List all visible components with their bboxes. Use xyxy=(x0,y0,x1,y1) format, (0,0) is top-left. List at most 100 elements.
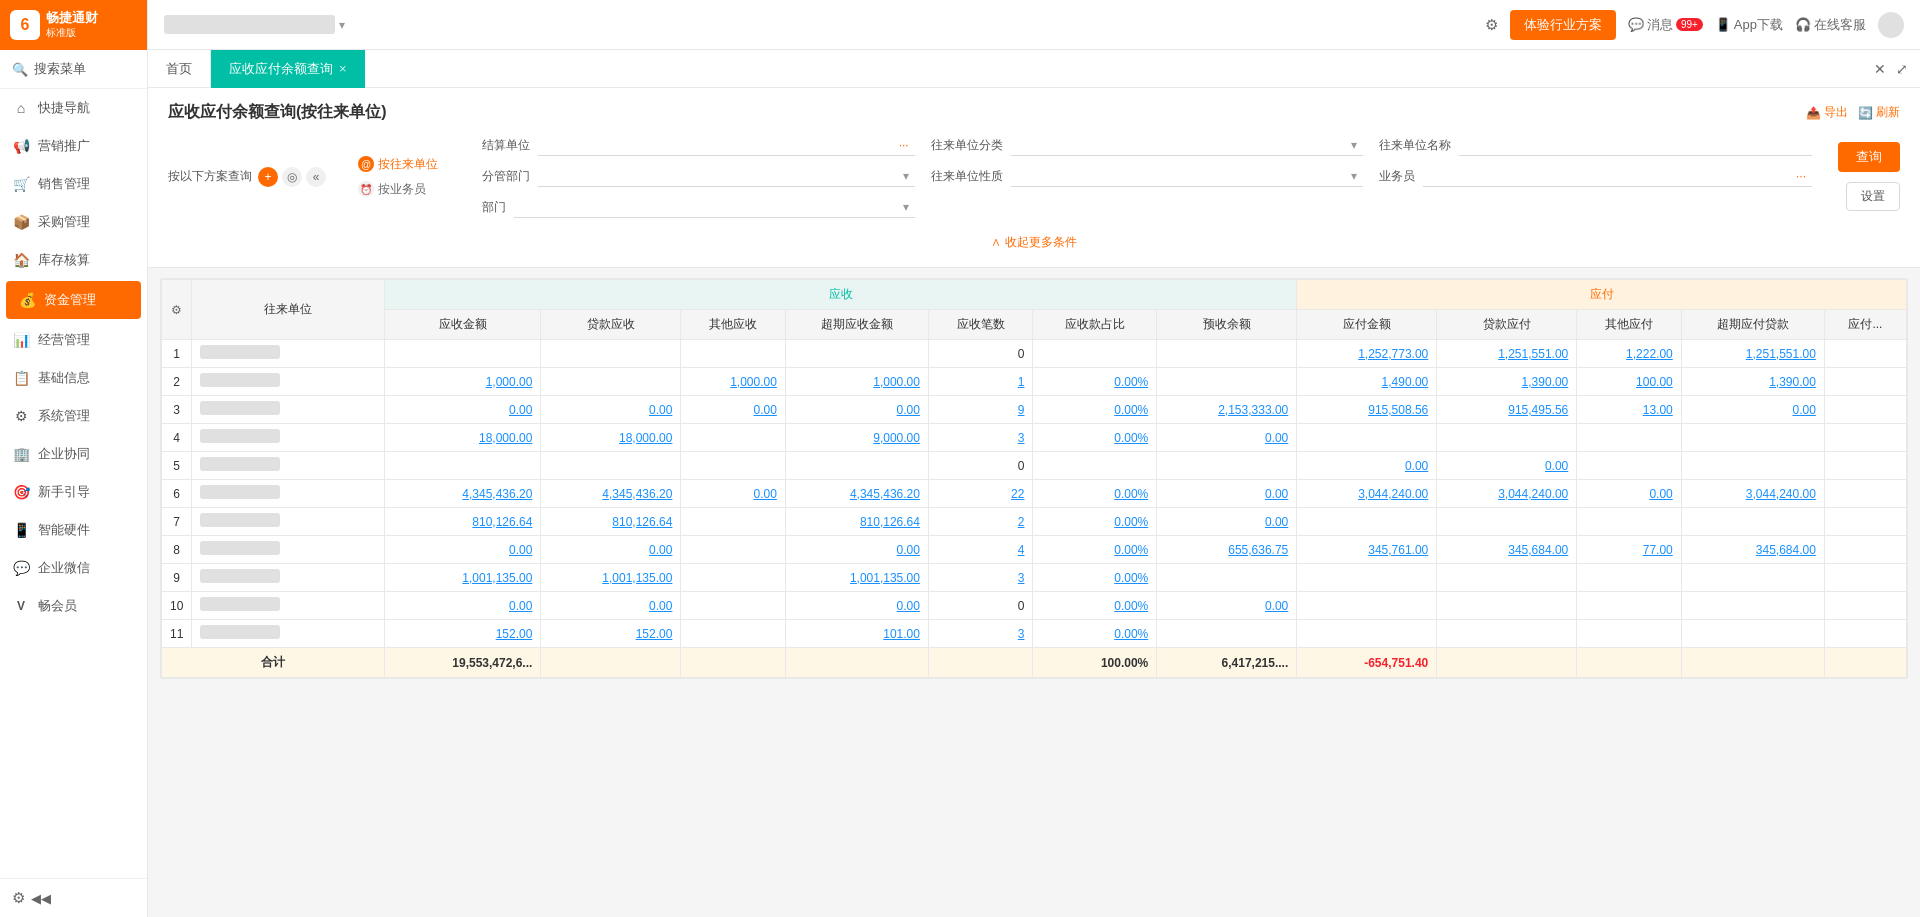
row-ar-amount[interactable]: 152.00 xyxy=(385,620,541,648)
row-ar-ratio[interactable]: 0.00% xyxy=(1033,368,1157,396)
sidebar-item-operation[interactable]: 📊 经营管理 xyxy=(0,321,147,359)
partner-category-input[interactable]: ▾ xyxy=(1011,135,1364,156)
row-ap-amount[interactable]: 0.00 xyxy=(1297,452,1437,480)
row-ar-ratio[interactable]: 0.00% xyxy=(1033,592,1157,620)
sidebar-item-inventory[interactable]: 🏠 库存核算 xyxy=(0,241,147,279)
row-ap-other[interactable]: 13.00 xyxy=(1577,396,1682,424)
row-ar-overdue[interactable]: 810,126.64 xyxy=(785,508,928,536)
row-ap-amount[interactable]: 3,044,240.00 xyxy=(1297,480,1437,508)
row-ap-other[interactable]: 100.00 xyxy=(1577,368,1682,396)
row-ap-overdue[interactable]: 3,044,240.00 xyxy=(1681,480,1824,508)
row-ap-other[interactable]: 0.00 xyxy=(1577,480,1682,508)
row-ar-amount[interactable]: 810,126.64 xyxy=(385,508,541,536)
row-ap-amount[interactable]: 915,508.56 xyxy=(1297,396,1437,424)
table-settings-icon[interactable]: ⚙ xyxy=(171,303,182,317)
sidebar-item-enterprise[interactable]: 🏢 企业协同 xyxy=(0,435,147,473)
user-profile[interactable]: R xyxy=(1878,12,1904,38)
row-ar-ratio[interactable]: 0.00% xyxy=(1033,508,1157,536)
row-ar-count[interactable]: 1 xyxy=(928,368,1033,396)
scheme-settings-button[interactable]: ◎ xyxy=(282,167,302,187)
row-ap-loan[interactable]: 1,251,551.00 xyxy=(1437,340,1577,368)
row-ar-loan[interactable]: 0.00 xyxy=(541,536,681,564)
row-ar-count[interactable]: 3 xyxy=(928,564,1033,592)
row-ar-overdue[interactable]: 0.00 xyxy=(785,396,928,424)
row-ar-count[interactable]: 3 xyxy=(928,620,1033,648)
row-ar-prepay[interactable]: 0.00 xyxy=(1157,592,1297,620)
row-ar-amount[interactable]: 4,345,436.20 xyxy=(385,480,541,508)
settlement-unit-input[interactable]: ··· xyxy=(538,135,915,156)
refresh-button[interactable]: 🔄 刷新 xyxy=(1858,104,1900,121)
row-ap-loan[interactable]: 915,495.56 xyxy=(1437,396,1577,424)
row-ar-overdue[interactable]: 1,000.00 xyxy=(785,368,928,396)
sidebar-item-wechat[interactable]: 💬 企业微信 xyxy=(0,549,147,587)
row-ar-amount[interactable]: 0.00 xyxy=(385,592,541,620)
search-menu[interactable]: 🔍 搜索菜单 xyxy=(0,50,147,89)
row-ar-loan[interactable]: 18,000.00 xyxy=(541,424,681,452)
sidebar-item-member[interactable]: V 畅会员 xyxy=(0,587,147,625)
department-input[interactable]: ▾ xyxy=(538,166,915,187)
row-ar-loan[interactable]: 0.00 xyxy=(541,396,681,424)
sidebar-item-basic[interactable]: 📋 基础信息 xyxy=(0,359,147,397)
row-ar-prepay[interactable]: 2,153,333.00 xyxy=(1157,396,1297,424)
industry-solution-button[interactable]: 体验行业方案 xyxy=(1510,10,1616,40)
footer-settings-icon[interactable]: ⚙ xyxy=(12,889,25,907)
row-ar-ratio[interactable]: 0.00% xyxy=(1033,620,1157,648)
sidebar-item-quick-nav[interactable]: ⌂ 快捷导航 xyxy=(0,89,147,127)
tab-ar-query[interactable]: 应收应付余额查询 × xyxy=(211,50,365,88)
row-ap-overdue[interactable]: 1,390.00 xyxy=(1681,368,1824,396)
row-ar-count[interactable]: 4 xyxy=(928,536,1033,564)
message-button[interactable]: 💬 消息 99+ xyxy=(1628,16,1703,34)
scheme-by-staff[interactable]: ⏰ 按业务员 xyxy=(350,177,446,202)
sidebar-item-guide[interactable]: 🎯 新手引导 xyxy=(0,473,147,511)
row-ar-loan[interactable]: 0.00 xyxy=(541,592,681,620)
filter-settings-button[interactable]: 设置 xyxy=(1846,182,1900,211)
row-ar-prepay[interactable]: 0.00 xyxy=(1157,480,1297,508)
sidebar-item-sales[interactable]: 🛒 销售管理 xyxy=(0,165,147,203)
collapse-bar[interactable]: ∧ 收起更多条件 xyxy=(168,228,1900,257)
query-button[interactable]: 查询 xyxy=(1838,142,1900,172)
row-ar-amount[interactable]: 0.00 xyxy=(385,536,541,564)
add-scheme-button[interactable]: + xyxy=(258,167,278,187)
partner-nature-input[interactable]: ▾ xyxy=(1011,166,1364,187)
sidebar-item-system[interactable]: ⚙ 系统管理 xyxy=(0,397,147,435)
row-ar-amount[interactable]: 18,000.00 xyxy=(385,424,541,452)
partner-name-input[interactable] xyxy=(1459,135,1812,156)
row-ap-loan[interactable]: 345,684.00 xyxy=(1437,536,1577,564)
row-ar-ratio[interactable]: 0.00% xyxy=(1033,564,1157,592)
row-ap-loan[interactable]: 1,390.00 xyxy=(1437,368,1577,396)
row-ap-loan[interactable]: 3,044,240.00 xyxy=(1437,480,1577,508)
row-ar-count[interactable]: 3 xyxy=(928,424,1033,452)
scheme-by-customer[interactable]: @ 按往来单位 xyxy=(350,152,446,177)
row-ar-overdue[interactable]: 0.00 xyxy=(785,536,928,564)
sidebar-item-marketing[interactable]: 📢 营销推广 xyxy=(0,127,147,165)
breadcrumb-chevron[interactable]: ▾ xyxy=(339,18,345,32)
row-ar-prepay[interactable]: 0.00 xyxy=(1157,424,1297,452)
row-ar-overdue[interactable]: 0.00 xyxy=(785,592,928,620)
tab-home[interactable]: 首页 xyxy=(148,50,211,88)
row-ar-amount[interactable]: 1,001,135.00 xyxy=(385,564,541,592)
row-ar-loan[interactable]: 4,345,436.20 xyxy=(541,480,681,508)
row-ar-loan[interactable]: 1,001,135.00 xyxy=(541,564,681,592)
row-ap-amount[interactable]: 1,490.00 xyxy=(1297,368,1437,396)
row-ap-amount[interactable]: 345,761.00 xyxy=(1297,536,1437,564)
row-ar-overdue[interactable]: 101.00 xyxy=(785,620,928,648)
row-ap-overdue[interactable]: 0.00 xyxy=(1681,396,1824,424)
row-ap-loan[interactable]: 0.00 xyxy=(1437,452,1577,480)
footer-collapse-icon[interactable]: ◀◀ xyxy=(31,891,51,906)
salesperson-input[interactable]: ··· xyxy=(1423,166,1812,187)
row-ap-amount[interactable]: 1,252,773.00 xyxy=(1297,340,1437,368)
row-ar-loan[interactable]: 810,126.64 xyxy=(541,508,681,536)
row-ar-amount[interactable]: 1,000.00 xyxy=(385,368,541,396)
row-ar-prepay[interactable]: 655,636.75 xyxy=(1157,536,1297,564)
row-ar-count[interactable]: 22 xyxy=(928,480,1033,508)
app-download-button[interactable]: 📱 App下载 xyxy=(1715,16,1783,34)
scheme-collapse-button[interactable]: « xyxy=(306,167,326,187)
row-ar-ratio[interactable]: 0.00% xyxy=(1033,424,1157,452)
row-ar-count[interactable]: 2 xyxy=(928,508,1033,536)
sidebar-item-capital[interactable]: 💰 资金管理 xyxy=(6,281,141,319)
row-ap-overdue[interactable]: 1,251,551.00 xyxy=(1681,340,1824,368)
row-ar-overdue[interactable]: 4,345,436.20 xyxy=(785,480,928,508)
row-ar-other[interactable]: 1,000.00 xyxy=(681,368,786,396)
row-ar-prepay[interactable]: 0.00 xyxy=(1157,508,1297,536)
window-close-icon[interactable]: ✕ xyxy=(1874,61,1886,77)
